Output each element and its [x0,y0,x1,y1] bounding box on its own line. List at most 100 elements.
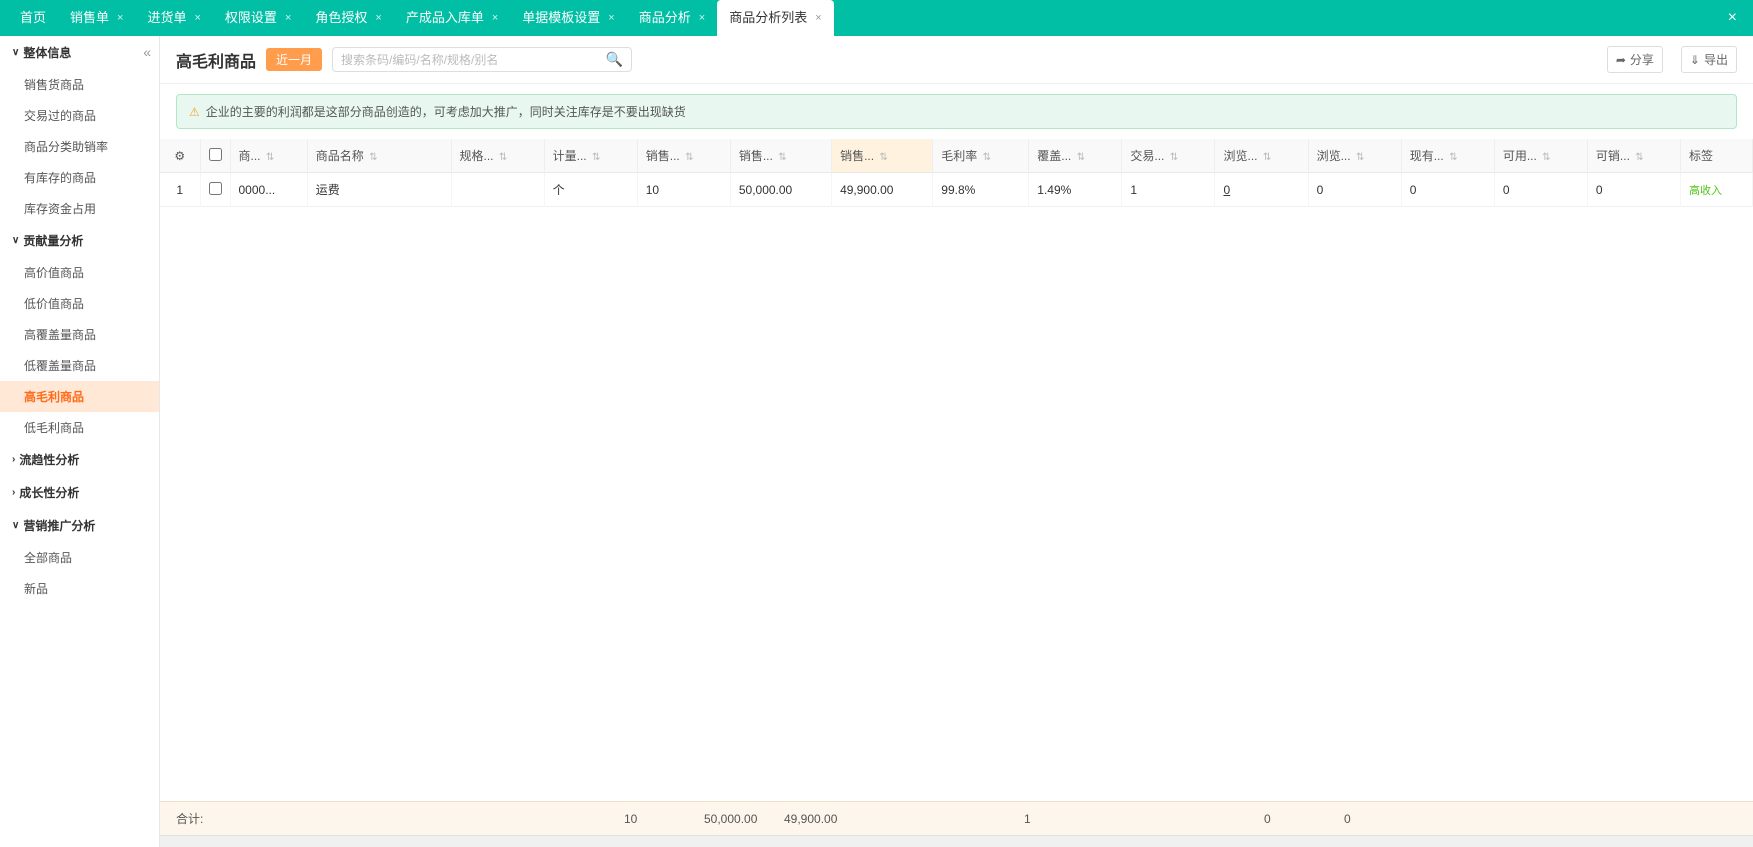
col-saleable[interactable]: 可销... ⇅ [1587,139,1680,173]
nav-role-close[interactable]: × [375,0,381,36]
col-spec[interactable]: 规格... ⇅ [451,139,544,173]
sidebar-item-all-goods[interactable]: 全部商品 [0,542,159,573]
col-sales1[interactable]: 销售... ⇅ [637,139,730,173]
nav-sales-label: 销售单 [70,0,109,36]
nav-purchase-label: 进货单 [147,0,186,36]
sidebar-group-contribution[interactable]: ∨ 贡献量分析 [0,224,159,257]
sidebar-item-low-coverage[interactable]: 低覆盖量商品 [0,350,159,381]
nav-analysis[interactable]: 商品分析 × [627,0,717,36]
footer-label: 合计: [176,810,376,827]
sidebar-group-contribution-arrow: ∨ [12,235,19,246]
sidebar-group-growth[interactable]: › 成长性分析 [0,476,159,509]
col-code[interactable]: 商... ⇅ [230,139,307,173]
footer-cell-available: 0 [1336,812,1416,826]
data-table: ⚙ 商... ⇅ 商品名称 ⇅ [160,139,1753,207]
col-available[interactable]: 可用... ⇅ [1494,139,1587,173]
col-gross-rate[interactable]: 毛利率 ⇅ [933,139,1029,173]
sidebar-item-low-margin[interactable]: 低毛利商品 [0,412,159,443]
sort-icon-saleable: ⇅ [1635,152,1643,163]
content-header: 高毛利商品 近一月 🔍 ➦ 分享 ⇓ 导出 [160,36,1753,84]
col-browse1[interactable]: 浏览... ⇅ [1215,139,1308,173]
col-name[interactable]: 商品名称 ⇅ [307,139,451,173]
row-checkbox[interactable] [209,182,222,195]
nav-analysis-close[interactable]: × [699,0,705,36]
export-button[interactable]: ⇓ 导出 [1681,46,1737,73]
sidebar-group-contribution-label: 贡献量分析 [23,232,83,249]
sort-icon-unit: ⇅ [592,152,600,163]
footer-cell-sales2: 50,000.00 [696,812,776,826]
sidebar-group-overall-label: 整体信息 [23,44,71,61]
main-layout: « ∨ 整体信息 销售货商品 交易过的商品 商品分类助销率 有库存的商品 库存资… [0,36,1753,847]
nav-product-entry[interactable]: 产成品入库单 × [394,0,510,36]
nav-analysis-list-close[interactable]: × [815,0,821,36]
export-icon: ⇓ [1690,53,1700,67]
top-navigation: 首页 销售单 × 进货单 × 权限设置 × 角色授权 × 产成品入库单 × 单据… [0,0,1753,36]
cell-spec [451,173,544,207]
nav-home-label: 首页 [20,0,46,36]
sidebar-item-sales-goods[interactable]: 销售货商品 [0,69,159,100]
nav-product-entry-close[interactable]: × [492,0,498,36]
cell-name: 运费 [307,173,451,207]
sort-icon-name: ⇅ [369,152,377,163]
nav-sales[interactable]: 销售单 × [58,0,135,36]
search-icon[interactable]: 🔍 [606,51,623,68]
search-container: 🔍 [332,47,632,72]
sidebar-item-traded-goods[interactable]: 交易过的商品 [0,100,159,131]
sort-icon-transaction: ⇅ [1170,152,1178,163]
share-icon: ➦ [1616,53,1626,67]
nav-permissions-close[interactable]: × [285,0,291,36]
sort-icon-available: ⇅ [1542,152,1550,163]
sidebar-group-trend[interactable]: › 流趋性分析 [0,443,159,476]
horizontal-scrollbar[interactable] [160,835,1753,847]
nav-analysis-list[interactable]: 商品分析列表 × [717,0,833,36]
share-button[interactable]: ➦ 分享 [1607,46,1663,73]
sidebar-group-trend-arrow: › [12,454,15,465]
nav-purchase-close[interactable]: × [194,0,200,36]
nav-template-close[interactable]: × [608,0,614,36]
sidebar-item-category-rate[interactable]: 商品分类助销率 [0,131,159,162]
nav-sales-close[interactable]: × [117,0,123,36]
sidebar-item-in-stock[interactable]: 有库存的商品 [0,162,159,193]
nav-permissions-label: 权限设置 [225,0,277,36]
sidebar-group-marketing-arrow: ∨ [12,520,19,531]
col-checkbox[interactable] [200,139,230,173]
sidebar-group-overall[interactable]: ∨ 整体信息 [0,36,159,69]
nav-role[interactable]: 角色授权 × [303,0,393,36]
nav-role-label: 角色授权 [315,0,367,36]
filter-button[interactable]: 近一月 [266,48,322,71]
cell-sales3: 49,900.00 [832,173,933,207]
cell-checkbox[interactable] [200,173,230,207]
sidebar-item-high-value[interactable]: 高价值商品 [0,257,159,288]
nav-purchase[interactable]: 进货单 × [135,0,212,36]
sort-icon-code: ⇅ [266,152,274,163]
sidebar-group-trend-label: 流趋性分析 [19,451,79,468]
col-unit[interactable]: 计量... ⇅ [544,139,637,173]
sidebar-item-inventory-capital[interactable]: 库存资金占用 [0,193,159,224]
nav-permissions[interactable]: 权限设置 × [213,0,303,36]
cell-browse1[interactable]: 0 [1215,173,1308,207]
close-all-button[interactable]: × [1720,9,1745,27]
footer-cell-transaction: 1 [1016,812,1096,826]
sidebar-item-low-value[interactable]: 低价值商品 [0,288,159,319]
col-settings[interactable]: ⚙ [160,139,200,173]
col-tag[interactable]: 标签 [1681,139,1753,173]
nav-template[interactable]: 单据模板设置 × [510,0,626,36]
col-current[interactable]: 现有... ⇅ [1401,139,1494,173]
col-transaction[interactable]: 交易... ⇅ [1122,139,1215,173]
sidebar-item-new-goods[interactable]: 新品 [0,573,159,604]
cell-current: 0 [1401,173,1494,207]
select-all-checkbox[interactable] [209,148,222,161]
sidebar-item-high-coverage[interactable]: 高覆盖量商品 [0,319,159,350]
col-sales3[interactable]: 销售... ⇅ [832,139,933,173]
search-input[interactable] [341,53,602,67]
cell-sales1: 10 [637,173,730,207]
cell-code: 0000... [230,173,307,207]
col-sales2[interactable]: 销售... ⇅ [730,139,831,173]
col-coverage[interactable]: 覆盖... ⇅ [1029,139,1122,173]
sidebar-collapse-button[interactable]: « [143,44,151,60]
col-browse2[interactable]: 浏览... ⇅ [1308,139,1401,173]
nav-home[interactable]: 首页 [8,0,58,36]
sidebar-group-overall-arrow: ∨ [12,47,19,58]
sidebar-group-marketing[interactable]: ∨ 营销推广分析 [0,509,159,542]
sidebar-item-high-margin[interactable]: 高毛利商品 [0,381,159,412]
